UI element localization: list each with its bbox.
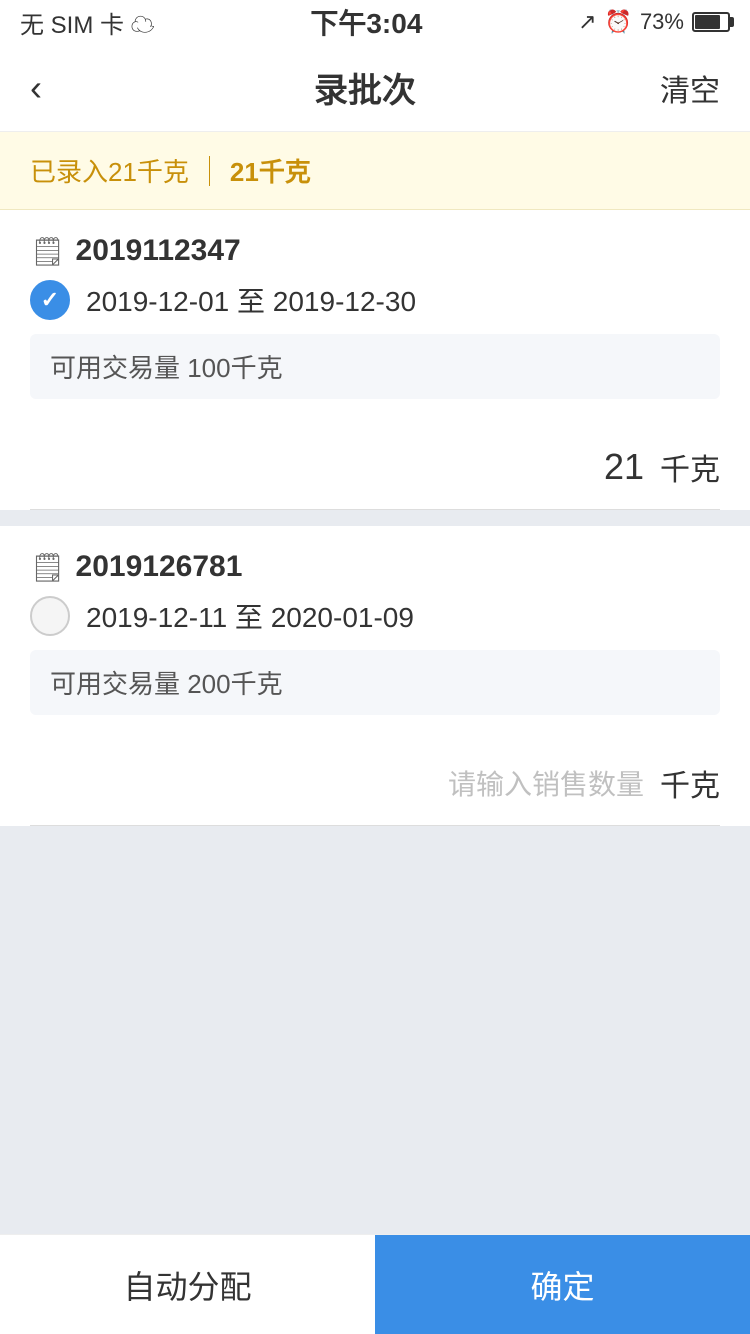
doc-icon-1: 🗒 bbox=[30, 235, 66, 268]
status-left: 无 SIM 卡 ☁ bbox=[20, 5, 155, 40]
qty-value-1: 21 bbox=[604, 446, 644, 488]
summary-divider bbox=[209, 156, 210, 186]
summary-amount: 21千克 bbox=[230, 152, 311, 189]
batch-section-2: 🗒 2019126781 2019-12-11 至 2020-01-09 可用交… bbox=[0, 526, 750, 826]
empty-area bbox=[0, 826, 750, 1256]
summary-bar: 已录入21千克 21千克 bbox=[0, 132, 750, 210]
batch-section-1: 🗒 2019112347 2019-12-01 至 2019-12-30 可用交… bbox=[0, 210, 750, 510]
batch-avail-text-1: 可用交易量 100千克 bbox=[50, 353, 283, 383]
bottom-bar: 自动分配 确定 bbox=[0, 1234, 750, 1334]
section-divider bbox=[0, 510, 750, 526]
summary-label: 已录入21千克 bbox=[30, 152, 189, 189]
sim-text: 无 SIM 卡 ☁ bbox=[20, 5, 155, 40]
qty-unit-1: 千克 bbox=[660, 445, 720, 489]
status-time: 下午3:04 bbox=[310, 2, 422, 42]
batch-header-1: 🗒 2019112347 bbox=[30, 234, 720, 268]
qty-placeholder-2: 请输入销售数量 bbox=[448, 763, 644, 803]
input-row-2: 请输入销售数量 千克 bbox=[0, 745, 750, 825]
auto-distribute-button[interactable]: 自动分配 bbox=[0, 1235, 375, 1334]
batch-date-1: 2019-12-01 至 2019-12-30 bbox=[86, 280, 416, 320]
radio-unchecked-2[interactable] bbox=[30, 596, 70, 636]
battery-percent: 73% bbox=[640, 9, 684, 35]
status-right: ↗ ⏰ 73% bbox=[578, 9, 730, 35]
batch-id-2: 2019126781 bbox=[76, 550, 243, 584]
batch-avail-box-1: 可用交易量 100千克 bbox=[30, 334, 720, 399]
batch-item-1[interactable]: 🗒 2019112347 2019-12-01 至 2019-12-30 可用交… bbox=[0, 210, 750, 429]
confirm-button[interactable]: 确定 bbox=[375, 1235, 750, 1334]
location-icon: ↗ bbox=[578, 9, 596, 35]
battery-icon bbox=[692, 12, 730, 32]
batch-avail-box-2: 可用交易量 200千克 bbox=[30, 650, 720, 715]
qty-unit-2: 千克 bbox=[660, 761, 720, 805]
clear-button[interactable]: 清空 bbox=[640, 66, 720, 110]
batch-id-1: 2019112347 bbox=[76, 234, 241, 268]
batch-avail-text-2: 可用交易量 200千克 bbox=[50, 669, 283, 699]
batch-header-2: 🗒 2019126781 bbox=[30, 550, 720, 584]
radio-checked-1[interactable] bbox=[30, 280, 70, 320]
batch-date-row-2: 2019-12-11 至 2020-01-09 bbox=[30, 596, 720, 636]
batch-date-row-1: 2019-12-01 至 2019-12-30 bbox=[30, 280, 720, 320]
alarm-icon: ⏰ bbox=[605, 9, 632, 35]
status-bar: 无 SIM 卡 ☁ 下午3:04 ↗ ⏰ 73% bbox=[0, 0, 750, 44]
doc-icon-2: 🗒 bbox=[30, 551, 66, 584]
page-title: 录批次 bbox=[314, 63, 416, 112]
batch-date-2: 2019-12-11 至 2020-01-09 bbox=[86, 596, 414, 636]
back-button[interactable]: ‹ bbox=[30, 67, 90, 109]
nav-bar: ‹ 录批次 清空 bbox=[0, 44, 750, 132]
batch-item-2[interactable]: 🗒 2019126781 2019-12-11 至 2020-01-09 可用交… bbox=[0, 526, 750, 745]
input-row-1: 21 千克 bbox=[0, 429, 750, 509]
